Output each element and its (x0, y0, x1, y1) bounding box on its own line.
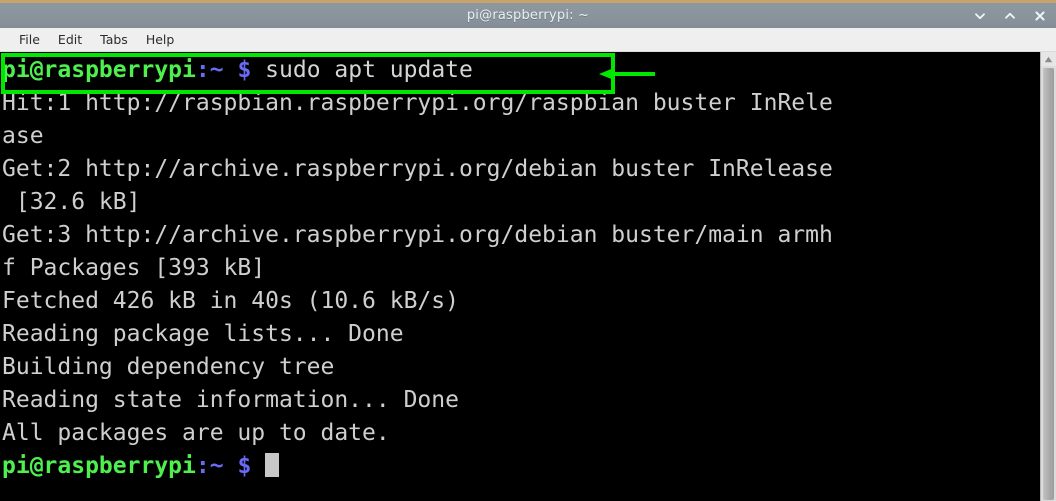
scroll-up-icon (1044, 56, 1053, 62)
window-title: pi@raspberrypi: ~ (466, 8, 590, 23)
terminal-command-line: pi@raspberrypi:~ $ sudo apt update (2, 54, 1040, 87)
typed-command: sudo apt update (265, 57, 473, 83)
terminal-window: pi@raspberrypi: ~ File Edit Tabs Help pi… (0, 0, 1056, 501)
final-prompt-user-host: pi@raspberrypi (2, 453, 196, 479)
terminal-area: pi@raspberrypi:~ $ sudo apt update Hit:1… (0, 52, 1056, 501)
window-controls (972, 3, 1048, 28)
output-line: Get:3 http://archive.raspberrypi.org/deb… (2, 222, 833, 248)
close-icon (1034, 10, 1046, 22)
output-line: Fetched 426 kB in 40s (10.6 kB/s) (2, 288, 459, 314)
output-line: f Packages [393 kB] (2, 255, 266, 281)
prompt-path: :~ (195, 57, 224, 83)
output-line: [32.6 kB] (2, 189, 141, 215)
output-line: Hit:1 http://raspbian.raspberrypi.org/ra… (2, 90, 833, 116)
scrollbar-thumb[interactable] (1043, 68, 1054, 500)
terminal-prompt-line: pi@raspberrypi:~ $ (2, 450, 1040, 483)
output-line: Reading package lists... Done (2, 321, 404, 347)
output-line: Reading state information... Done (2, 387, 459, 413)
terminal-output[interactable]: pi@raspberrypi:~ $ sudo apt update Hit:1… (0, 52, 1040, 501)
close-button[interactable] (1032, 8, 1048, 24)
menu-item-tabs[interactable]: Tabs (91, 30, 137, 49)
minimize-button[interactable] (972, 8, 988, 24)
final-prompt-path: :~ (195, 453, 224, 479)
text-cursor (265, 453, 280, 477)
prompt-user-host: pi@raspberrypi (2, 57, 196, 83)
output-line: Building dependency tree (2, 354, 335, 380)
chevron-up-icon (1004, 10, 1016, 22)
title-bar[interactable]: pi@raspberrypi: ~ (0, 0, 1056, 28)
maximize-button[interactable] (1002, 8, 1018, 24)
output-line: All packages are up to date. (2, 420, 390, 446)
menu-item-edit[interactable]: Edit (49, 30, 91, 49)
menu-item-help[interactable]: Help (137, 30, 184, 49)
menu-item-file[interactable]: File (10, 30, 49, 49)
output-line: ase (2, 123, 44, 149)
menu-bar: File Edit Tabs Help (0, 28, 1056, 52)
chevron-down-icon (974, 10, 986, 22)
final-prompt-symbol: $ (237, 453, 252, 479)
prompt-symbol: $ (237, 57, 252, 83)
output-line: Get:2 http://archive.raspberrypi.org/deb… (2, 156, 833, 182)
scroll-up-button[interactable] (1041, 52, 1056, 66)
terminal-scrollbar[interactable] (1040, 52, 1056, 501)
